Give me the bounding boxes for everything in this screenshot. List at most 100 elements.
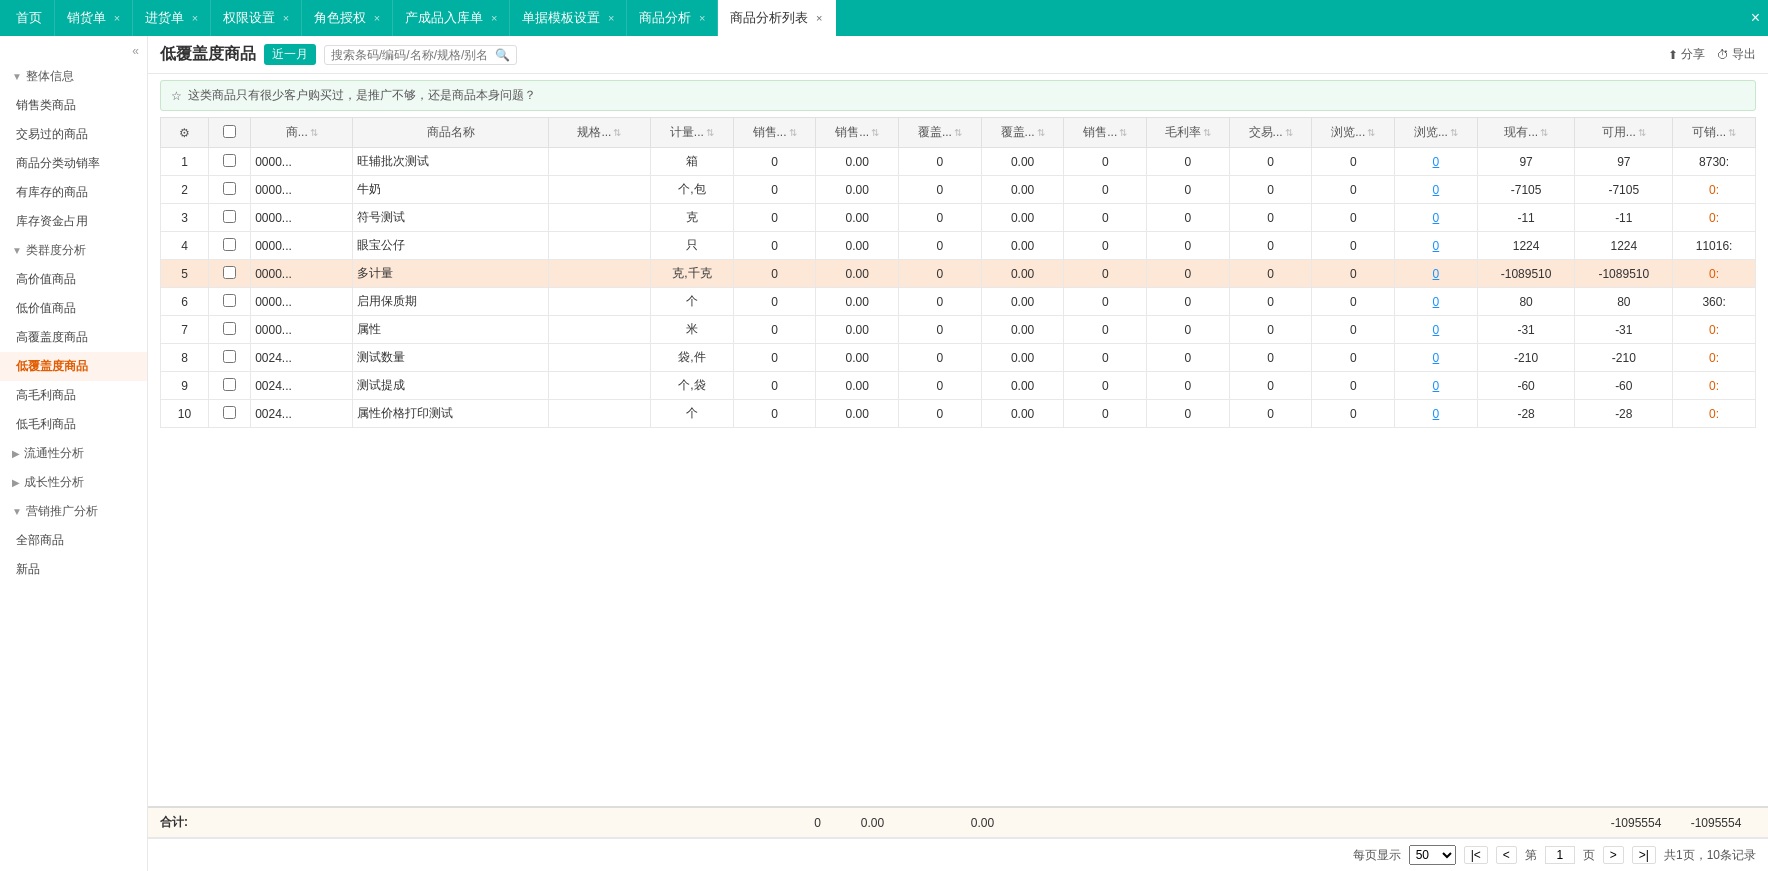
table-wrapper[interactable]: ⚙ 商...⇅ 商品名称 规格...⇅ 计量...⇅ 销售...⇅ 销售...⇅… <box>148 117 1768 806</box>
sidebar-item-stock-funds[interactable]: 库存资金占用 <box>0 207 147 236</box>
cell-check[interactable] <box>209 176 251 204</box>
nav-stock-in-close[interactable]: × <box>491 12 497 24</box>
sidebar-item-stock-goods[interactable]: 有库存的商品 <box>0 178 147 207</box>
th-sales3[interactable]: 销售...⇅ <box>1064 118 1147 148</box>
cell-check[interactable] <box>209 148 251 176</box>
cell-check[interactable] <box>209 232 251 260</box>
cell-check[interactable] <box>209 260 251 288</box>
th-trade[interactable]: 交易...⇅ <box>1229 118 1312 148</box>
sidebar-item-low-margin[interactable]: 低毛利商品 <box>0 410 147 439</box>
nav-goods-analysis-list[interactable]: 商品分析列表 × <box>718 0 835 36</box>
th-check[interactable] <box>209 118 251 148</box>
cell-view2[interactable]: 0 <box>1395 400 1478 428</box>
th-cov2[interactable]: 覆盖...⇅ <box>981 118 1064 148</box>
nav-stock-in[interactable]: 产成品入库单 × <box>393 0 510 36</box>
cell-check[interactable] <box>209 288 251 316</box>
sidebar-section-overall[interactable]: ▼ 整体信息 <box>0 62 147 91</box>
sidebar-item-high-margin[interactable]: 高毛利商品 <box>0 381 147 410</box>
th-sales1[interactable]: 销售...⇅ <box>733 118 816 148</box>
cell-view2[interactable]: 0 <box>1395 288 1478 316</box>
th-cov1[interactable]: 覆盖...⇅ <box>899 118 982 148</box>
cell-view2[interactable]: 0 <box>1395 176 1478 204</box>
sidebar-item-all-goods[interactable]: 全部商品 <box>0 526 147 555</box>
last-page-btn[interactable]: >| <box>1632 846 1656 864</box>
th-unit[interactable]: 计量...⇅ <box>651 118 734 148</box>
row-checkbox[interactable] <box>223 322 236 335</box>
th-view1[interactable]: 浏览...⇅ <box>1312 118 1395 148</box>
period-button[interactable]: 近一月 <box>264 44 316 65</box>
export-button[interactable]: ⏱ 导出 <box>1717 46 1756 63</box>
nav-goods-analysis-list-close[interactable]: × <box>816 12 822 24</box>
nav-permissions-close[interactable]: × <box>283 12 289 24</box>
select-all-checkbox[interactable] <box>223 125 236 138</box>
nav-template-close[interactable]: × <box>608 12 614 24</box>
sidebar-item-high-coverage[interactable]: 高覆盖度商品 <box>0 323 147 352</box>
cell-view2[interactable]: 0 <box>1395 316 1478 344</box>
cell-check[interactable] <box>209 372 251 400</box>
current-page-input[interactable] <box>1545 846 1575 864</box>
cell-check[interactable] <box>209 344 251 372</box>
cell-view2[interactable]: 0 <box>1395 148 1478 176</box>
th-settings[interactable]: ⚙ <box>161 118 209 148</box>
sidebar-section-flow[interactable]: ▶ 流通性分析 <box>0 439 147 468</box>
nav-purchase-close[interactable]: × <box>192 12 198 24</box>
nav-roles-close[interactable]: × <box>374 12 380 24</box>
sidebar-item-category-rate[interactable]: 商品分类动销率 <box>0 149 147 178</box>
search-icon[interactable]: 🔍 <box>495 48 510 62</box>
nav-sales[interactable]: 销货单 × <box>55 0 133 36</box>
sidebar-section-cluster[interactable]: ▼ 类群度分析 <box>0 236 147 265</box>
cell-trade: 0 <box>1229 232 1312 260</box>
th-avail[interactable]: 可销...⇅ <box>1673 118 1756 148</box>
row-checkbox[interactable] <box>223 182 236 195</box>
cell-view2[interactable]: 0 <box>1395 260 1478 288</box>
cell-view2[interactable]: 0 <box>1395 344 1478 372</box>
gear-icon[interactable]: ⚙ <box>179 126 190 140</box>
sidebar-collapse-btn[interactable]: « <box>0 40 147 62</box>
nav-sales-close[interactable]: × <box>114 12 120 24</box>
next-page-btn[interactable]: > <box>1603 846 1624 864</box>
prev-page-btn[interactable]: < <box>1496 846 1517 864</box>
window-close-icon[interactable]: × <box>1751 9 1760 27</box>
th-code[interactable]: 商...⇅ <box>251 118 353 148</box>
sidebar-item-traded-goods[interactable]: 交易过的商品 <box>0 120 147 149</box>
nav-home[interactable]: 首页 <box>4 0 55 36</box>
th-stock2[interactable]: 可用...⇅ <box>1575 118 1673 148</box>
share-button[interactable]: ⬆ 分享 <box>1668 46 1705 63</box>
nav-purchase[interactable]: 进货单 × <box>133 0 211 36</box>
th-margin[interactable]: 毛利率⇅ <box>1147 118 1230 148</box>
nav-goods-analysis[interactable]: 商品分析 × <box>627 0 718 36</box>
sidebar-item-low-coverage[interactable]: 低覆盖度商品 <box>0 352 147 381</box>
row-checkbox[interactable] <box>223 154 236 167</box>
cell-check[interactable] <box>209 400 251 428</box>
row-checkbox[interactable] <box>223 378 236 391</box>
sidebar-item-new-goods[interactable]: 新品 <box>0 555 147 584</box>
first-page-btn[interactable]: |< <box>1464 846 1488 864</box>
row-checkbox[interactable] <box>223 350 236 363</box>
nav-roles[interactable]: 角色授权 × <box>302 0 393 36</box>
sidebar-item-low-value[interactable]: 低价值商品 <box>0 294 147 323</box>
th-name[interactable]: 商品名称 <box>353 118 548 148</box>
search-input[interactable] <box>331 48 491 62</box>
nav-permissions[interactable]: 权限设置 × <box>211 0 302 36</box>
cell-view2[interactable]: 0 <box>1395 372 1478 400</box>
row-checkbox[interactable] <box>223 294 236 307</box>
sidebar-item-high-value[interactable]: 高价值商品 <box>0 265 147 294</box>
row-checkbox[interactable] <box>223 238 236 251</box>
nav-template[interactable]: 单据模板设置 × <box>510 0 627 36</box>
th-stock1[interactable]: 现有...⇅ <box>1477 118 1575 148</box>
sidebar-item-sales-goods[interactable]: 销售类商品 <box>0 91 147 120</box>
sidebar-section-marketing[interactable]: ▼ 营销推广分析 <box>0 497 147 526</box>
sidebar-section-growth[interactable]: ▶ 成长性分析 <box>0 468 147 497</box>
row-checkbox[interactable] <box>223 406 236 419</box>
cell-check[interactable] <box>209 316 251 344</box>
row-checkbox[interactable] <box>223 266 236 279</box>
cell-view2[interactable]: 0 <box>1395 232 1478 260</box>
per-page-select[interactable]: 50 10 20 100 <box>1409 845 1456 865</box>
th-spec[interactable]: 规格...⇅ <box>548 118 650 148</box>
nav-goods-analysis-close[interactable]: × <box>699 12 705 24</box>
cell-check[interactable] <box>209 204 251 232</box>
row-checkbox[interactable] <box>223 210 236 223</box>
th-sales2[interactable]: 销售...⇅ <box>816 118 899 148</box>
th-view2[interactable]: 浏览...⇅ <box>1395 118 1478 148</box>
cell-view2[interactable]: 0 <box>1395 204 1478 232</box>
